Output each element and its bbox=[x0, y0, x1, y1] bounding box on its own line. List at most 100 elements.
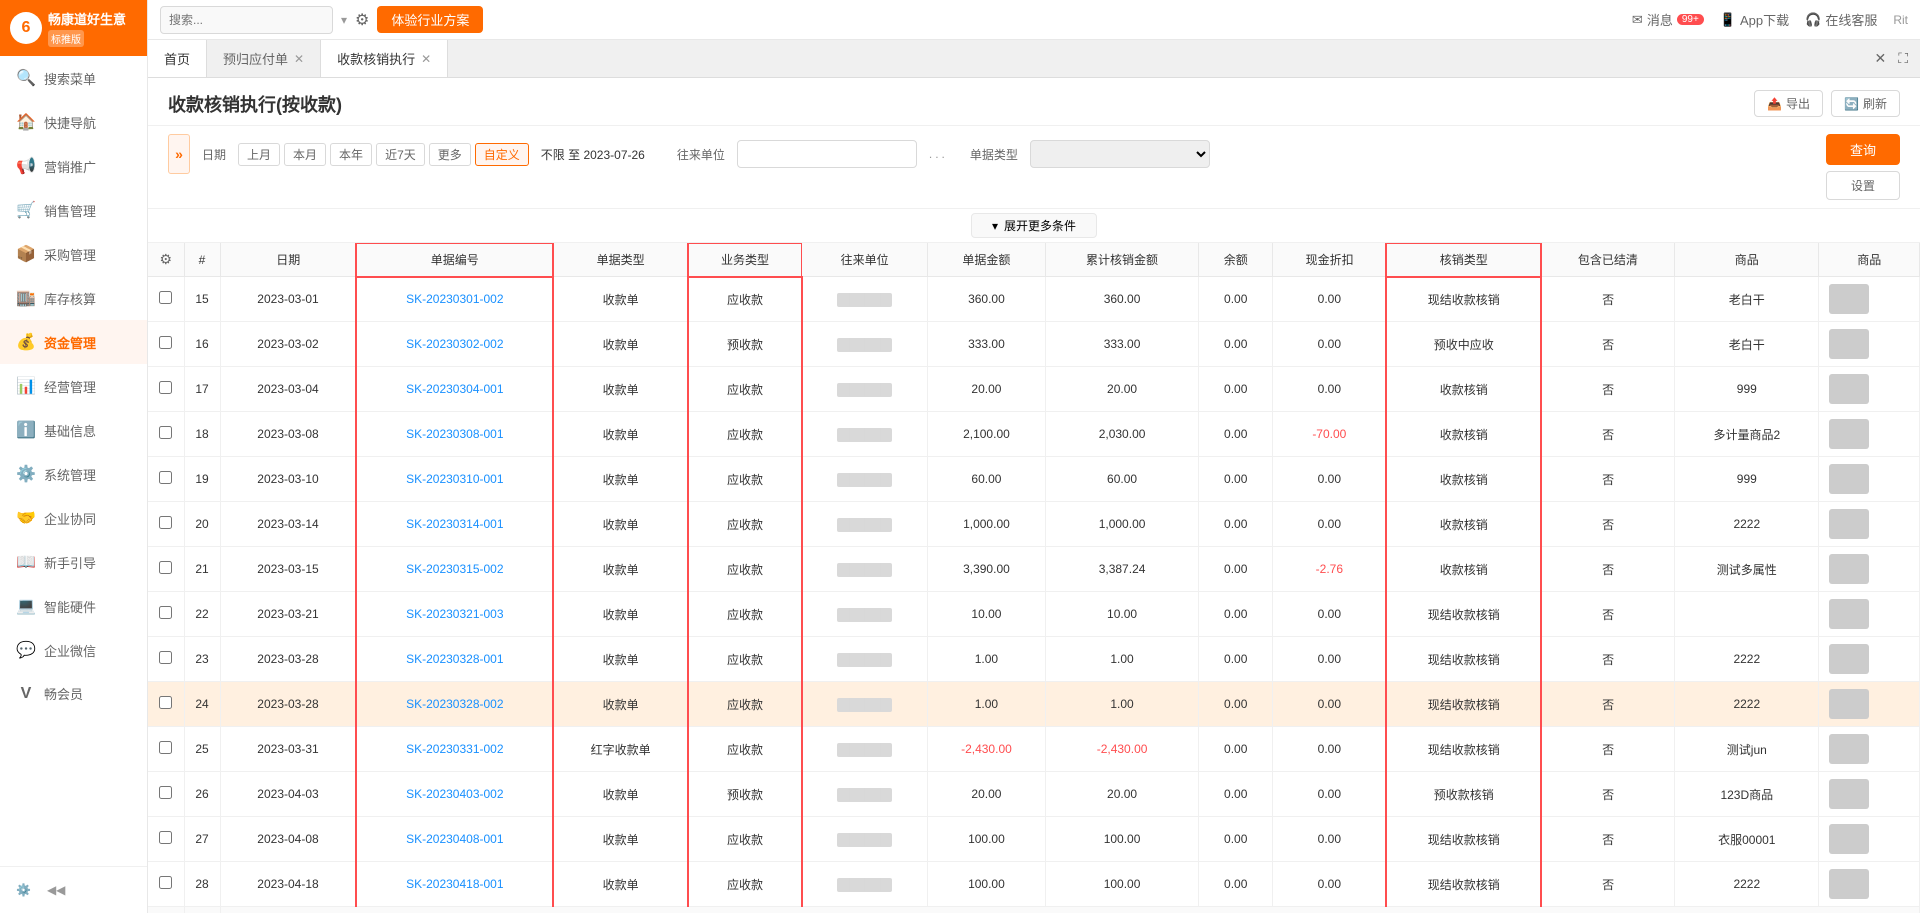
sidebar-item-quicknav[interactable]: 🏠 快捷导航 bbox=[0, 100, 147, 144]
cell-check[interactable] bbox=[148, 367, 184, 412]
tab-collection-close[interactable]: ✕ bbox=[421, 52, 431, 66]
bill-type-select[interactable] bbox=[1030, 140, 1210, 168]
cell-bill-no[interactable]: SK-20230302-002 bbox=[356, 322, 553, 367]
topbar-search-input[interactable] bbox=[160, 6, 333, 34]
tab-receivable[interactable]: 预归应付单 ✕ bbox=[207, 40, 321, 77]
bill-no-link[interactable]: SK-20230408-001 bbox=[406, 832, 503, 846]
cell-bill-no[interactable]: SK-20230314-001 bbox=[356, 502, 553, 547]
cell-check[interactable] bbox=[148, 592, 184, 637]
sidebar-item-marketing[interactable]: 📢 营销推广 bbox=[0, 144, 147, 188]
counterpart-input[interactable] bbox=[737, 140, 917, 168]
sidebar-item-operations[interactable]: 📊 经营管理 bbox=[0, 364, 147, 408]
row-checkbox[interactable] bbox=[159, 381, 172, 394]
bill-no-link[interactable]: SK-20230418-001 bbox=[406, 877, 503, 891]
row-checkbox[interactable] bbox=[159, 606, 172, 619]
query-button[interactable]: 查询 bbox=[1826, 134, 1900, 165]
tab-close-btn[interactable]: ✕ bbox=[1870, 46, 1890, 71]
date-more-btn[interactable]: 更多 bbox=[429, 143, 471, 166]
industry-solution-button[interactable]: 体验行业方案 bbox=[377, 6, 483, 33]
sidebar-item-purchase[interactable]: 📦 采购管理 bbox=[0, 232, 147, 276]
cell-check[interactable] bbox=[148, 727, 184, 772]
bill-no-link[interactable]: SK-20230314-001 bbox=[406, 517, 503, 531]
bill-no-link[interactable]: SK-20230310-001 bbox=[406, 472, 503, 486]
expand-more-btn[interactable]: ▾ 展开更多条件 bbox=[971, 213, 1097, 238]
sidebar-item-guide[interactable]: 📖 新手引导 bbox=[0, 540, 147, 584]
settings-button[interactable]: 设置 bbox=[1826, 171, 1900, 200]
sidebar-item-enterprise[interactable]: 🤝 企业协同 bbox=[0, 496, 147, 540]
row-checkbox[interactable] bbox=[159, 426, 172, 439]
cell-check[interactable] bbox=[148, 682, 184, 727]
tab-home[interactable]: 首页 bbox=[148, 40, 207, 77]
dropdown-arrow-icon[interactable]: ▾ bbox=[341, 13, 347, 27]
row-checkbox[interactable] bbox=[159, 876, 172, 889]
online-service-button[interactable]: 🎧 在线客服 bbox=[1805, 10, 1877, 29]
sidebar-item-member[interactable]: V 畅会员 bbox=[0, 672, 147, 715]
refresh-button[interactable]: 🔄 刷新 bbox=[1831, 90, 1900, 117]
cell-bill-no[interactable]: SK-20230301-002 bbox=[356, 277, 553, 322]
cell-check[interactable] bbox=[148, 637, 184, 682]
cell-bill-no[interactable]: SK-20230403-002 bbox=[356, 772, 553, 817]
cell-check[interactable] bbox=[148, 817, 184, 862]
filter-expand-toggle[interactable]: » bbox=[168, 134, 190, 174]
messages-button[interactable]: ✉ 消息 99+ bbox=[1632, 10, 1704, 29]
sidebar-settings-btn[interactable]: ⚙️ ◀◀ bbox=[0, 875, 147, 905]
cell-check[interactable] bbox=[148, 862, 184, 907]
date-7days-btn[interactable]: 近7天 bbox=[376, 143, 425, 166]
date-custom-btn[interactable]: 自定义 bbox=[475, 143, 529, 166]
row-checkbox[interactable] bbox=[159, 561, 172, 574]
cell-bill-no[interactable]: SK-20230304-001 bbox=[356, 367, 553, 412]
tab-receivable-close[interactable]: ✕ bbox=[294, 52, 304, 66]
cell-check[interactable] bbox=[148, 502, 184, 547]
date-this-month-btn[interactable]: 本月 bbox=[284, 143, 326, 166]
bill-no-link[interactable]: SK-20230304-001 bbox=[406, 382, 503, 396]
row-checkbox[interactable] bbox=[159, 291, 172, 304]
tab-maximize-btn[interactable]: ⛶ bbox=[1894, 46, 1912, 71]
sidebar-item-inventory[interactable]: 🏬 库存核算 bbox=[0, 276, 147, 320]
cell-bill-no[interactable]: SK-20230328-001 bbox=[356, 637, 553, 682]
cell-check[interactable] bbox=[148, 547, 184, 592]
row-checkbox[interactable] bbox=[159, 471, 172, 484]
sidebar-item-hardware[interactable]: 💻 智能硬件 bbox=[0, 584, 147, 628]
cell-bill-no[interactable]: SK-20230328-002 bbox=[356, 682, 553, 727]
bill-no-link[interactable]: SK-20230403-002 bbox=[406, 787, 503, 801]
sidebar-item-system[interactable]: ⚙️ 系统管理 bbox=[0, 452, 147, 496]
cell-check[interactable] bbox=[148, 772, 184, 817]
tab-collection[interactable]: 收款核销执行 ✕ bbox=[321, 40, 448, 77]
cell-check[interactable] bbox=[148, 457, 184, 502]
row-checkbox[interactable] bbox=[159, 336, 172, 349]
sidebar-item-search[interactable]: 🔍 搜索菜单 bbox=[0, 56, 147, 100]
cell-bill-no[interactable]: SK-20230418-001 bbox=[356, 862, 553, 907]
topbar-gear-icon[interactable]: ⚙ bbox=[355, 10, 369, 30]
cell-bill-no[interactable]: SK-20230321-003 bbox=[356, 592, 553, 637]
app-download-button[interactable]: 📱 App下载 bbox=[1720, 10, 1789, 29]
cell-bill-no[interactable]: SK-20230408-001 bbox=[356, 817, 553, 862]
date-last-month-btn[interactable]: 上月 bbox=[238, 143, 280, 166]
date-this-year-btn[interactable]: 本年 bbox=[330, 143, 372, 166]
bill-no-link[interactable]: SK-20230321-003 bbox=[406, 607, 503, 621]
bill-no-link[interactable]: SK-20230308-001 bbox=[406, 427, 503, 441]
bill-no-link[interactable]: SK-20230331-002 bbox=[406, 742, 503, 756]
cell-bill-no[interactable]: SK-20230308-001 bbox=[356, 412, 553, 457]
cell-bill-no[interactable]: SK-20230331-002 bbox=[356, 727, 553, 772]
cell-check[interactable] bbox=[148, 322, 184, 367]
bill-no-link[interactable]: SK-20230328-002 bbox=[406, 697, 503, 711]
sidebar-item-basic[interactable]: ℹ️ 基础信息 bbox=[0, 408, 147, 452]
row-checkbox[interactable] bbox=[159, 516, 172, 529]
sidebar-item-sales[interactable]: 🛒 销售管理 bbox=[0, 188, 147, 232]
row-checkbox[interactable] bbox=[159, 741, 172, 754]
bill-no-link[interactable]: SK-20230302-002 bbox=[406, 337, 503, 351]
cell-bill-no[interactable]: SK-20230310-001 bbox=[356, 457, 553, 502]
bill-no-link[interactable]: SK-20230328-001 bbox=[406, 652, 503, 666]
bill-no-link[interactable]: SK-20230315-002 bbox=[406, 562, 503, 576]
th-gear[interactable]: ⚙ bbox=[148, 243, 184, 277]
sidebar-item-wechat[interactable]: 💬 企业微信 bbox=[0, 628, 147, 672]
cell-check[interactable] bbox=[148, 412, 184, 457]
expand-more-bar[interactable]: ▾ 展开更多条件 bbox=[148, 209, 1920, 243]
bill-no-link[interactable]: SK-20230301-002 bbox=[406, 292, 503, 306]
row-checkbox[interactable] bbox=[159, 696, 172, 709]
row-checkbox[interactable] bbox=[159, 831, 172, 844]
cell-bill-no[interactable]: SK-20230315-002 bbox=[356, 547, 553, 592]
row-checkbox[interactable] bbox=[159, 786, 172, 799]
cell-check[interactable] bbox=[148, 277, 184, 322]
row-checkbox[interactable] bbox=[159, 651, 172, 664]
